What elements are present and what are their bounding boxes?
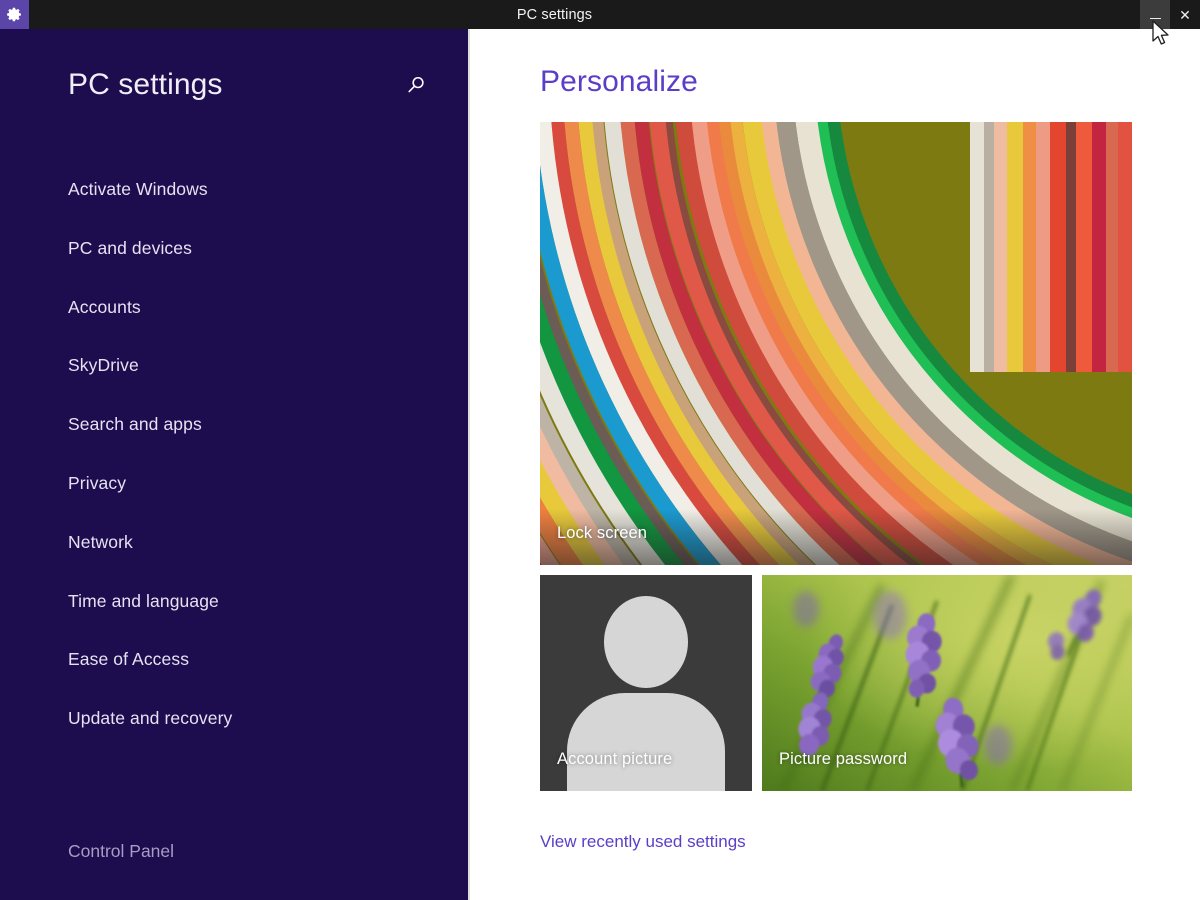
tile-lock-screen[interactable]: Lock screen	[540, 122, 1132, 565]
tile-account-picture[interactable]: Account picture	[540, 575, 752, 791]
sidebar-item-label: Accounts	[68, 296, 141, 317]
sidebar-item-label: Ease of Access	[68, 649, 190, 670]
search-icon[interactable]	[398, 67, 434, 103]
sidebar-item-network[interactable]: Network	[0, 532, 468, 591]
sidebar-item-label: SkyDrive	[68, 355, 139, 376]
sidebar-item-time-and-language[interactable]: Time and language	[0, 591, 468, 650]
sidebar-item-search-and-apps[interactable]: Search and apps	[0, 414, 468, 473]
sidebar-item-accounts[interactable]: Accounts	[0, 297, 468, 356]
sidebar-item-update-and-recovery[interactable]: Update and recovery	[0, 708, 468, 767]
sidebar-item-activate-windows[interactable]: Activate Windows	[0, 179, 468, 238]
tile-picture-password-label: Picture password	[779, 750, 908, 768]
sidebar-item-pc-and-devices[interactable]: PC and devices	[0, 238, 468, 297]
sidebar-item-label: Time and language	[68, 590, 219, 611]
avatar-head	[604, 596, 688, 688]
view-recently-used-settings-link[interactable]: View recently used settings	[540, 832, 746, 852]
page-title: Personalize	[540, 65, 698, 98]
content-pane: Personalize Lock screen Account picture …	[468, 29, 1200, 900]
sidebar-item-label: PC and devices	[68, 237, 192, 258]
pc-settings-window: PC settings ✕ PC settings Activate Windo…	[0, 0, 1200, 900]
sidebar-item-privacy[interactable]: Privacy	[0, 473, 468, 532]
close-button[interactable]: ✕	[1170, 0, 1200, 29]
window-title: PC settings	[516, 6, 593, 23]
tile-account-picture-label: Account picture	[557, 750, 673, 768]
control-panel-link[interactable]: Control Panel	[68, 841, 174, 862]
sidebar-item-label: Network	[68, 531, 133, 552]
sidebar-title: PC settings	[68, 68, 223, 101]
sidebar-header: PC settings	[68, 60, 444, 110]
sidebar-item-skydrive[interactable]: SkyDrive	[0, 355, 468, 414]
sidebar-item-label: Privacy	[68, 472, 127, 493]
sidebar: PC settings Activate Windows PC and devi…	[0, 29, 468, 900]
sidebar-item-ease-of-access[interactable]: Ease of Access	[0, 649, 468, 708]
sidebar-item-label: Update and recovery	[68, 708, 233, 729]
window-controls: ✕	[1140, 0, 1200, 29]
title-bar: PC settings ✕	[0, 0, 1200, 29]
tile-picture-password[interactable]: Picture password	[762, 575, 1132, 791]
sidebar-nav: Activate Windows PC and devices Accounts…	[0, 179, 468, 767]
minimize-button[interactable]	[1140, 0, 1170, 29]
tile-lock-screen-label: Lock screen	[557, 524, 648, 542]
close-icon: ✕	[1179, 6, 1191, 23]
avatar-body	[567, 693, 725, 791]
minimize-glyph	[1149, 17, 1161, 19]
sidebar-item-label: Search and apps	[68, 414, 202, 435]
gear-icon	[0, 0, 29, 29]
rainbow-arcs-wallpaper	[540, 122, 1132, 565]
sidebar-item-label: Activate Windows	[68, 179, 208, 199]
